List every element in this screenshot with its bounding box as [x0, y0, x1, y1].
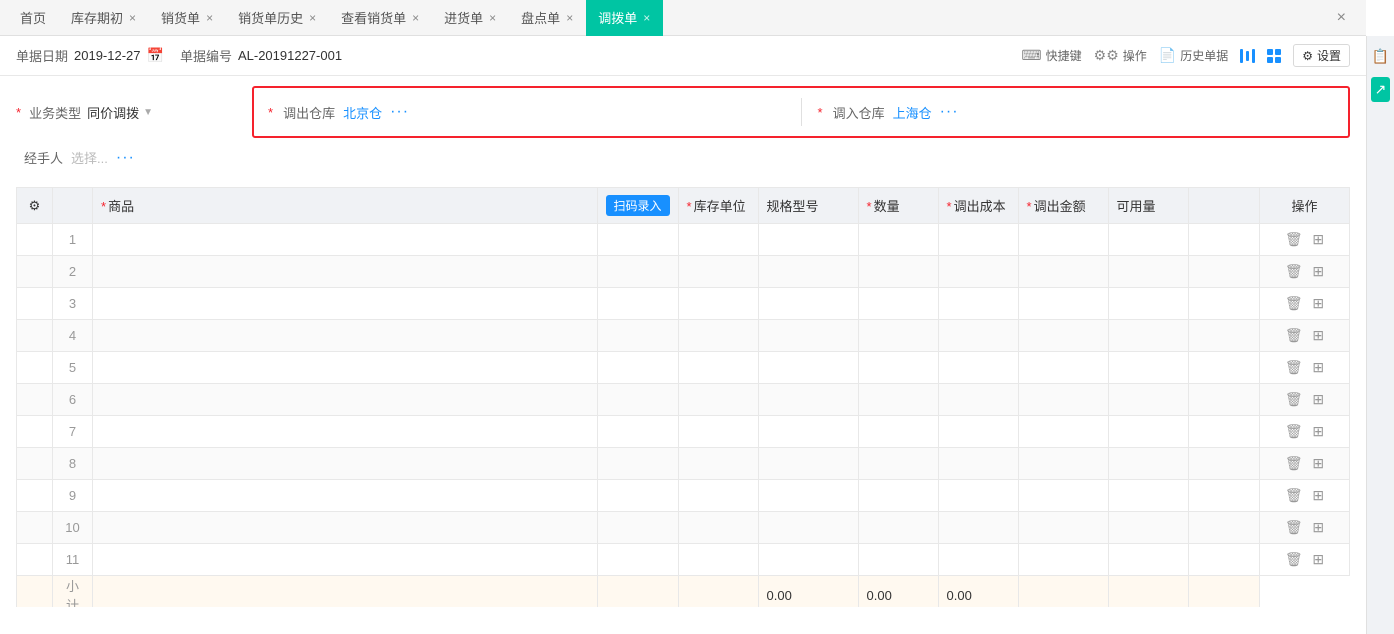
- delete-row-icon[interactable]: 🗑: [1285, 455, 1303, 471]
- col-header-avail: 可用量: [1108, 188, 1188, 224]
- tab-close-transfer-order[interactable]: ×: [643, 11, 650, 25]
- line-items-table: ⚙ *商品 扫码录入 *库存单位 规格型号 *数量: [16, 187, 1350, 607]
- tab-home[interactable]: 首页: [8, 0, 59, 36]
- tab-view-sales[interactable]: 查看销货单 ×: [329, 0, 432, 36]
- shortcut-button[interactable]: ⌨ 快捷键: [1021, 47, 1081, 64]
- scan-entry-button[interactable]: 扫码录入: [606, 195, 670, 216]
- tab-inventory-check[interactable]: 盘点单 ×: [509, 0, 586, 36]
- tab-transfer-order[interactable]: 调拨单 ×: [586, 0, 663, 36]
- line-items-table-container: ⚙ *商品 扫码录入 *库存单位 规格型号 *数量: [0, 187, 1366, 607]
- handler-more[interactable]: ···: [116, 149, 135, 167]
- copy-row-icon[interactable]: ⊞: [1312, 327, 1324, 343]
- transfer-out-section: * 调出仓库 北京仓 ···: [268, 103, 785, 122]
- sidebar-export-icon[interactable]: ↗: [1371, 77, 1391, 102]
- copy-row-icon[interactable]: ⊞: [1312, 423, 1324, 439]
- form-row-1: * 业务类型 同价调拨 ▼ * 调出仓库 北京仓 ··· * 调入仓库: [16, 86, 1350, 138]
- operation-icon: ⚙⚙: [1094, 47, 1119, 64]
- table-row: 10 🗑 ⊞: [17, 512, 1350, 544]
- copy-row-icon[interactable]: ⊞: [1312, 519, 1324, 535]
- delete-row-icon[interactable]: 🗑: [1285, 423, 1303, 439]
- col-header-scan: 扫码录入: [597, 188, 678, 224]
- gear-settings-icon[interactable]: ⚙: [29, 198, 41, 213]
- transfer-in-more[interactable]: ···: [940, 103, 959, 121]
- right-sidebar: 📋 ↗: [1366, 36, 1394, 634]
- tab-close-purchase-order[interactable]: ×: [489, 11, 496, 25]
- calendar-icon[interactable]: 📅: [147, 47, 164, 64]
- col-header-rownum: [53, 188, 93, 224]
- tab-close-sales-history[interactable]: ×: [309, 11, 316, 25]
- warehouse-selection-box: * 调出仓库 北京仓 ··· * 调入仓库 上海仓 ···: [252, 86, 1350, 138]
- table-row: 1 🗑 ⊞: [17, 224, 1350, 256]
- operation-button[interactable]: ⚙⚙ 操作: [1094, 47, 1147, 64]
- delete-row-icon[interactable]: 🗑: [1285, 359, 1303, 375]
- tab-close-sales-order[interactable]: ×: [206, 11, 213, 25]
- view-toggle-grid[interactable]: [1267, 49, 1281, 63]
- table-row: 11 🗑 ⊞: [17, 544, 1350, 576]
- date-field: 单据日期 2019-12-27 📅: [16, 46, 164, 65]
- table-header-row: ⚙ *商品 扫码录入 *库存单位 规格型号 *数量: [17, 188, 1350, 224]
- tab-close-opening-stock[interactable]: ×: [129, 11, 136, 25]
- warehouse-divider: [801, 98, 802, 126]
- delete-row-icon[interactable]: 🗑: [1285, 263, 1303, 279]
- copy-row-icon[interactable]: ⊞: [1312, 551, 1324, 567]
- history-button[interactable]: 📄 历史单据: [1159, 47, 1228, 64]
- tab-sales-history[interactable]: 销货单历史 ×: [226, 0, 329, 36]
- sidebar-doc-icon[interactable]: 📋: [1368, 44, 1393, 69]
- delete-row-icon[interactable]: 🗑: [1285, 231, 1303, 247]
- delete-row-icon[interactable]: 🗑: [1285, 519, 1303, 535]
- business-type-select[interactable]: 同价调拨 ▼: [87, 103, 207, 122]
- col-header-product: *商品: [93, 188, 598, 224]
- document-toolbar: 单据日期 2019-12-27 📅 单据编号 AL-20191227-001 ⌨…: [0, 36, 1366, 76]
- col-header-action: 操作: [1260, 188, 1350, 224]
- table-row: 8 🗑 ⊞: [17, 448, 1350, 480]
- doc-no-field: 单据编号 AL-20191227-001: [180, 46, 342, 65]
- history-icon: 📄: [1159, 47, 1176, 64]
- delete-row-icon[interactable]: 🗑: [1285, 487, 1303, 503]
- delete-row-icon[interactable]: 🗑: [1285, 551, 1303, 567]
- col-header-gear[interactable]: ⚙: [17, 188, 53, 224]
- toolbar-right-actions: ⌨ 快捷键 ⚙⚙ 操作 📄 历史单据: [1021, 44, 1350, 67]
- col-header-cost: *调出成本: [938, 188, 1018, 224]
- transfer-in-section: * 调入仓库 上海仓 ···: [818, 103, 1335, 122]
- col-header-amount: *调出金额: [1018, 188, 1108, 224]
- table-row: 6 🗑 ⊞: [17, 384, 1350, 416]
- window-close-button[interactable]: ×: [1325, 9, 1358, 27]
- tab-purchase-order[interactable]: 进货单 ×: [432, 0, 509, 36]
- tab-bar: 首页 库存期初 × 销货单 × 销货单历史 × 查看销货单 × 进货单 × 盘点…: [0, 0, 1366, 36]
- copy-row-icon[interactable]: ⊞: [1312, 359, 1324, 375]
- view-toggle-list[interactable]: [1240, 49, 1255, 63]
- tab-opening-stock[interactable]: 库存期初 ×: [59, 0, 149, 36]
- tab-close-view-sales[interactable]: ×: [412, 11, 419, 25]
- copy-row-icon[interactable]: ⊞: [1312, 263, 1324, 279]
- table-row: 3 🗑 ⊞: [17, 288, 1350, 320]
- shortcut-icon: ⌨: [1021, 47, 1041, 64]
- col-header-unit: *库存单位: [678, 188, 758, 224]
- tab-sales-order[interactable]: 销货单 ×: [149, 0, 226, 36]
- copy-row-icon[interactable]: ⊞: [1312, 391, 1324, 407]
- form-row-2: 经手人 选择... ···: [16, 148, 1350, 167]
- tab-close-inventory-check[interactable]: ×: [566, 11, 573, 25]
- col-header-spec: 规格型号: [758, 188, 858, 224]
- business-type-chevron[interactable]: ▼: [143, 107, 153, 118]
- delete-row-icon[interactable]: 🗑: [1285, 295, 1303, 311]
- subtotal-row: 小计 0.00 0.00 0.00: [17, 576, 1350, 608]
- transfer-out-more[interactable]: ···: [390, 103, 409, 121]
- table-row: 4 🗑 ⊞: [17, 320, 1350, 352]
- col-header-qty: *数量: [858, 188, 938, 224]
- delete-row-icon[interactable]: 🗑: [1285, 391, 1303, 407]
- form-area: * 业务类型 同价调拨 ▼ * 调出仓库 北京仓 ··· * 调入仓库: [0, 76, 1366, 187]
- table-row: 7 🗑 ⊞: [17, 416, 1350, 448]
- copy-row-icon[interactable]: ⊞: [1312, 455, 1324, 471]
- settings-button[interactable]: ⚙ 设置: [1293, 44, 1350, 67]
- gear-icon: ⚙: [1302, 49, 1313, 63]
- copy-row-icon[interactable]: ⊞: [1312, 295, 1324, 311]
- col-header-spacer: [1188, 188, 1259, 224]
- delete-row-icon[interactable]: 🗑: [1285, 327, 1303, 343]
- copy-row-icon[interactable]: ⊞: [1312, 231, 1324, 247]
- copy-row-icon[interactable]: ⊞: [1312, 487, 1324, 503]
- table-row: 2 🗑 ⊞: [17, 256, 1350, 288]
- table-row: 5 🗑 ⊞: [17, 352, 1350, 384]
- table-row: 9 🗑 ⊞: [17, 480, 1350, 512]
